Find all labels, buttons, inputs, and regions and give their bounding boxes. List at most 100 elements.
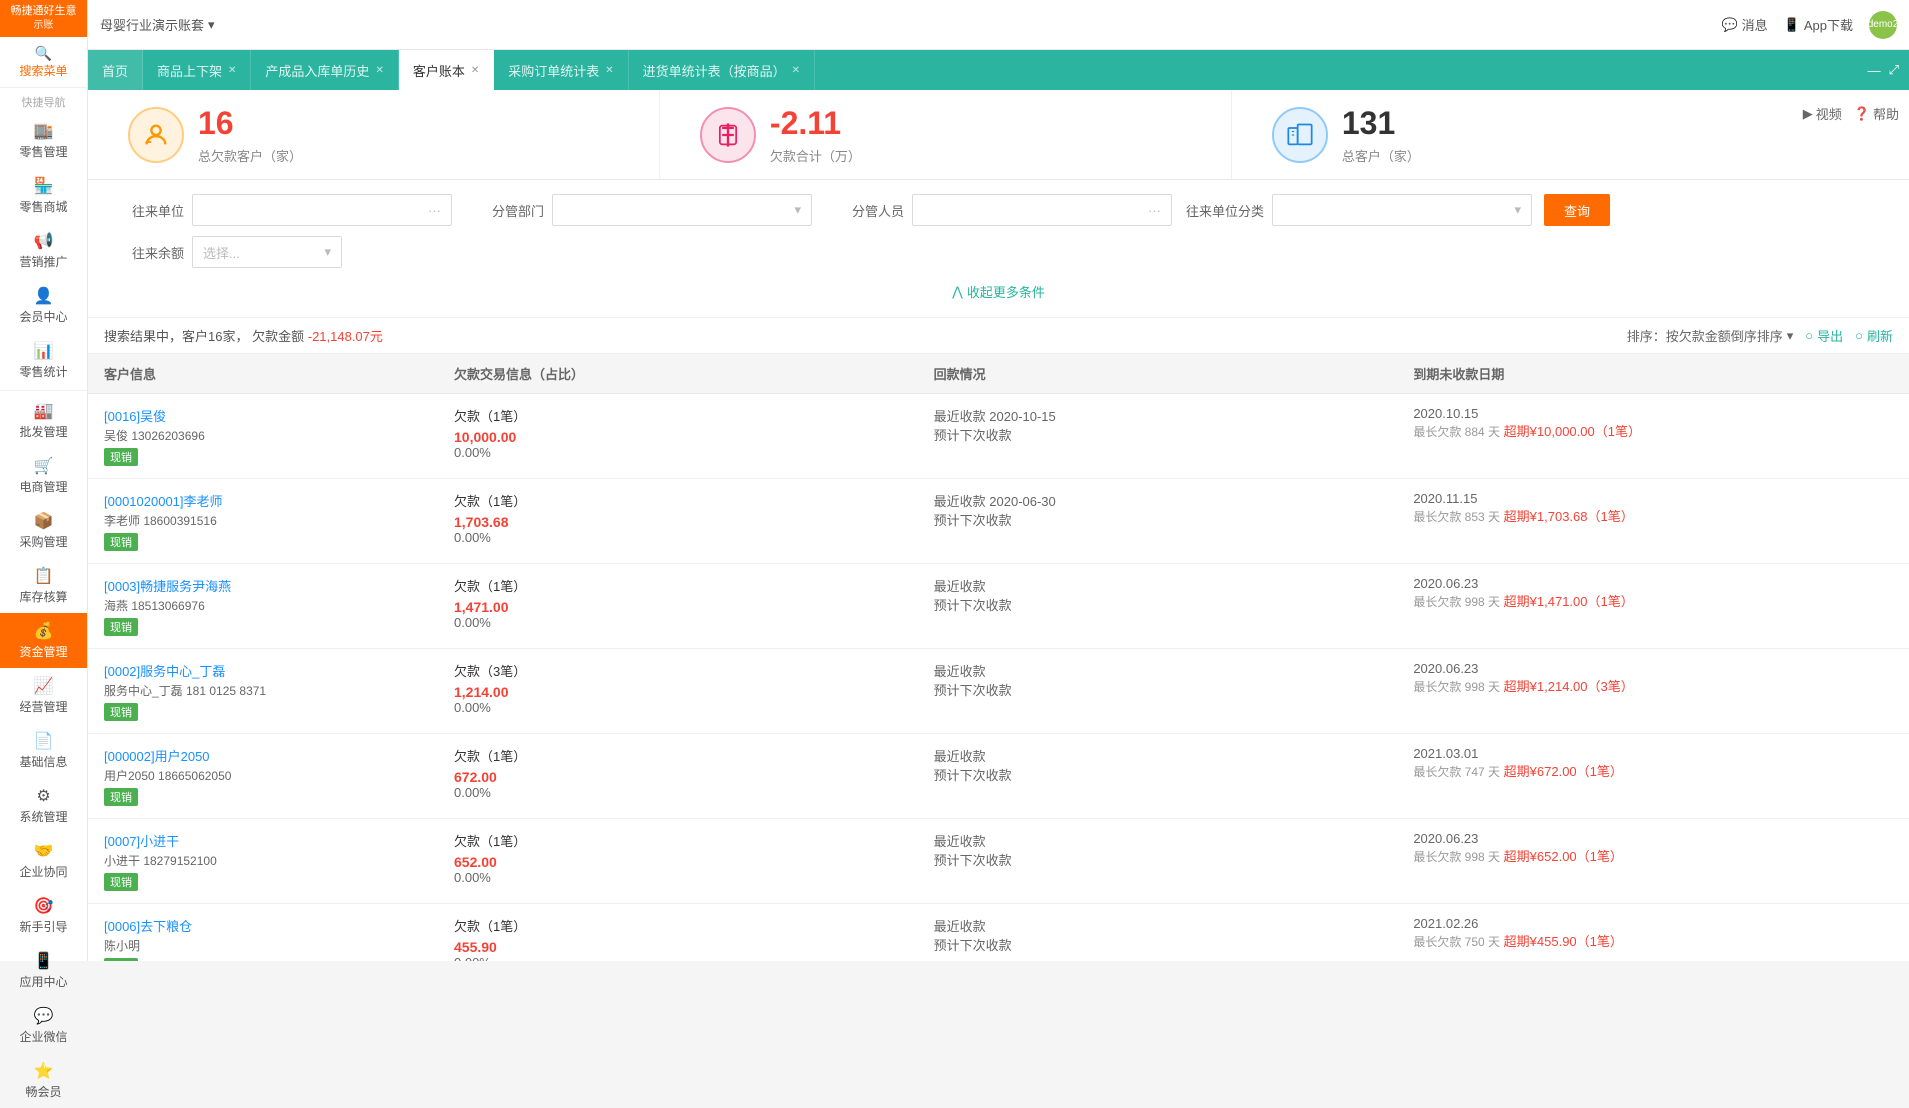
customer-name-link[interactable]: [000002]用户2050 xyxy=(104,746,454,765)
help-button[interactable]: ❓ 帮助 xyxy=(1854,104,1899,123)
app-download-button[interactable]: 📱 App下载 xyxy=(1784,15,1853,34)
table-row: [0003]畅捷服务尹海燕 海燕 18513066976 现销 欠款（1笔） 1… xyxy=(88,564,1909,649)
quick-nav-label: 快捷导航 xyxy=(0,88,87,113)
overdue-amount-link[interactable]: 超期¥455.90（1笔） xyxy=(1504,934,1623,949)
col-header-debt: 欠款交易信息（占比） xyxy=(454,364,934,383)
unit-category-label: 往来单位分类 xyxy=(1184,201,1264,220)
sidebar-item-operations[interactable]: 📈 经营管理 xyxy=(0,668,87,723)
col-header-collection: 回款情况 xyxy=(934,364,1414,383)
sidebar-item-retail-store[interactable]: 🏪 零售商城 xyxy=(0,168,87,223)
tab-close-icon[interactable]: ✕ xyxy=(471,65,479,76)
tab-product-offshelf[interactable]: 商品上下架 ✕ xyxy=(143,50,251,90)
due-date-cell: 2020.06.23 最长欠款 998 天 超期¥652.00（1笔） xyxy=(1413,831,1893,865)
refresh-button[interactable]: ○ 刷新 xyxy=(1855,326,1893,345)
dept-select[interactable]: ▾ xyxy=(552,194,812,226)
tab-purchase-order[interactable]: 采购订单统计表 ✕ xyxy=(494,50,628,90)
overdue-amount-link[interactable]: 超期¥1,471.00（1笔） xyxy=(1504,594,1634,609)
sidebar-item-inventory[interactable]: 📋 库存核算 xyxy=(0,558,87,613)
customer-tag: 现销 xyxy=(104,873,138,891)
col-header-due-date: 到期未收款日期 xyxy=(1413,364,1893,383)
tab-inbound-stats[interactable]: 进货单统计表（按商品） ✕ xyxy=(629,50,815,90)
tab-home[interactable]: 首页 xyxy=(88,50,143,90)
sidebar-item-vip-member[interactable]: ⭐ 畅会员 xyxy=(0,1053,87,1108)
debt-info-cell: 欠款（1笔） 672.00 0.00% xyxy=(454,746,934,800)
video-button[interactable]: ▶ 视频 xyxy=(1803,104,1842,123)
stats-bar: 16 总欠款客户（家） -2.11 欠款合计（万） xyxy=(88,90,1909,180)
from-unit-input[interactable]: ··· xyxy=(192,194,452,226)
sidebar-item-ecommerce[interactable]: 🛒 电商管理 xyxy=(0,448,87,503)
avatar[interactable]: demo2 xyxy=(1869,11,1897,39)
overdue-amount-link[interactable]: 超期¥672.00（1笔） xyxy=(1504,764,1623,779)
results-actions: 排序：按欠款金额倒序排序 ▾ ○ 导出 ○ 刷新 xyxy=(1627,326,1893,345)
sidebar-item-marketing[interactable]: 📢 营销推广 xyxy=(0,223,87,278)
tab-close-icon[interactable]: ✕ xyxy=(605,65,613,76)
sidebar-item-retail-mgmt[interactable]: 🏬 零售管理 xyxy=(0,113,87,168)
chevron-down-icon: ▾ xyxy=(1514,202,1521,218)
table-row: [0016]吴俊 吴俊 13026203696 现销 欠款（1笔） 10,000… xyxy=(88,394,1909,479)
col-header-customer: 客户信息 xyxy=(104,364,454,383)
ellipsis-icon: ··· xyxy=(1148,203,1161,218)
sidebar-nav: 🏬 零售管理 🏪 零售商城 📢 营销推广 👤 会员中心 📊 零售统计 🏭 xyxy=(0,113,87,1108)
sidebar-item-new-guide[interactable]: 🎯 新手引导 xyxy=(0,888,87,943)
customer-name-link[interactable]: [0006]去下粮仓 xyxy=(104,916,454,935)
system-mgmt-icon: ⚙ xyxy=(4,786,83,806)
customer-info-cell: [0003]畅捷服务尹海燕 海燕 18513066976 现销 xyxy=(104,576,454,636)
collapse-filter-button[interactable]: ⋀ 收起更多条件 xyxy=(104,278,1893,309)
tab-close-icon[interactable]: ✕ xyxy=(228,65,236,76)
table-row: [0001020001]李老师 李老师 18600391516 现销 欠款（1笔… xyxy=(88,479,1909,564)
sidebar-item-member[interactable]: 👤 会员中心 xyxy=(0,278,87,333)
tab-close-icon[interactable]: ✕ xyxy=(792,65,800,76)
customer-phone: 海燕 18513066976 xyxy=(104,597,454,614)
sidebar-item-enterprise-wx[interactable]: 💬 企业微信 xyxy=(0,998,87,1053)
stat-debt-customers: 16 总欠款客户（家） xyxy=(88,90,660,179)
top-bar-right: 💬 消息 📱 App下载 demo2 xyxy=(1721,11,1897,39)
tab-close-icon[interactable]: ✕ xyxy=(375,65,383,76)
customer-name-link[interactable]: [0002]服务中心_丁磊 xyxy=(104,661,454,680)
company-selector[interactable]: 母婴行业演示账套 ▾ xyxy=(100,15,215,34)
unit-category-field: 往来单位分类 ▾ xyxy=(1184,194,1532,226)
debt-info-cell: 欠款（1笔） 455.90 0.00% xyxy=(454,916,934,961)
unit-category-select[interactable]: ▾ xyxy=(1272,194,1532,226)
customer-name-link[interactable]: [0003]畅捷服务尹海燕 xyxy=(104,576,454,595)
manager-input[interactable]: ··· xyxy=(912,194,1172,226)
customer-name-link[interactable]: [0007]小进干 xyxy=(104,831,454,850)
tab-maximize-icon[interactable]: ⤢ xyxy=(1889,62,1899,78)
overdue-amount-link[interactable]: 超期¥1,214.00（3笔） xyxy=(1504,679,1634,694)
message-button[interactable]: 💬 消息 xyxy=(1721,15,1767,34)
from-unit-field: 往来单位 ··· xyxy=(104,194,452,226)
dept-label: 分管部门 xyxy=(464,201,544,220)
customer-name-link[interactable]: [0016]吴俊 xyxy=(104,406,454,425)
due-date-cell: 2020.10.15 最长欠款 884 天 超期¥10,000.00（1笔） xyxy=(1413,406,1893,440)
query-button[interactable]: 查询 xyxy=(1544,194,1610,226)
export-button[interactable]: ○ 导出 xyxy=(1805,326,1843,345)
ecommerce-icon: 🛒 xyxy=(4,456,83,476)
balance-select[interactable]: 选择... ▾ xyxy=(192,236,342,268)
tab-minimize-icon[interactable]: — xyxy=(1868,63,1881,78)
enterprise-coop-icon: 🤝 xyxy=(4,841,83,861)
sidebar-item-fund-mgmt[interactable]: 💰 资金管理 xyxy=(0,613,87,668)
search-menu-button[interactable]: 🔍 搜索菜单 xyxy=(0,37,87,88)
tab-label: 商品上下架 xyxy=(157,61,222,80)
video-icon: ▶ xyxy=(1803,106,1813,122)
customer-name-link[interactable]: [0001020001]李老师 xyxy=(104,491,454,510)
sidebar-item-basic-info[interactable]: 📄 基础信息 xyxy=(0,723,87,778)
tab-product-inbound[interactable]: 产成品入库单历史 ✕ xyxy=(251,50,398,90)
customer-info-cell: [0001020001]李老师 李老师 18600391516 现销 xyxy=(104,491,454,551)
collection-cell: 最近收款 2020-06-30 预计下次收款 xyxy=(934,491,1414,529)
sidebar-item-app-center[interactable]: 📱 应用中心 xyxy=(0,943,87,998)
sidebar-item-system-mgmt[interactable]: ⚙ 系统管理 xyxy=(0,778,87,833)
customer-info-cell: [0006]去下粮仓 陈小明 现销 xyxy=(104,916,454,961)
sort-selector[interactable]: 排序：按欠款金额倒序排序 ▾ xyxy=(1627,326,1794,345)
sidebar-item-purchase[interactable]: 📦 采购管理 xyxy=(0,503,87,558)
filter-row-2: 往来余额 选择... ▾ xyxy=(104,236,1893,268)
customer-tag: 现销 xyxy=(104,788,138,806)
sidebar-item-enterprise-coop[interactable]: 🤝 企业协同 xyxy=(0,833,87,888)
home-tab-label: 首页 xyxy=(102,61,128,80)
sidebar-item-retail-stats[interactable]: 📊 零售统计 xyxy=(0,333,87,388)
sidebar-item-batch-mgmt[interactable]: 🏭 批发管理 xyxy=(0,393,87,448)
new-guide-icon: 🎯 xyxy=(4,896,83,916)
overdue-amount-link[interactable]: 超期¥10,000.00（1笔） xyxy=(1504,424,1641,439)
tab-customer-account[interactable]: 客户账本 ✕ xyxy=(399,50,494,90)
overdue-amount-link[interactable]: 超期¥1,703.68（1笔） xyxy=(1504,509,1634,524)
overdue-amount-link[interactable]: 超期¥652.00（1笔） xyxy=(1504,849,1623,864)
